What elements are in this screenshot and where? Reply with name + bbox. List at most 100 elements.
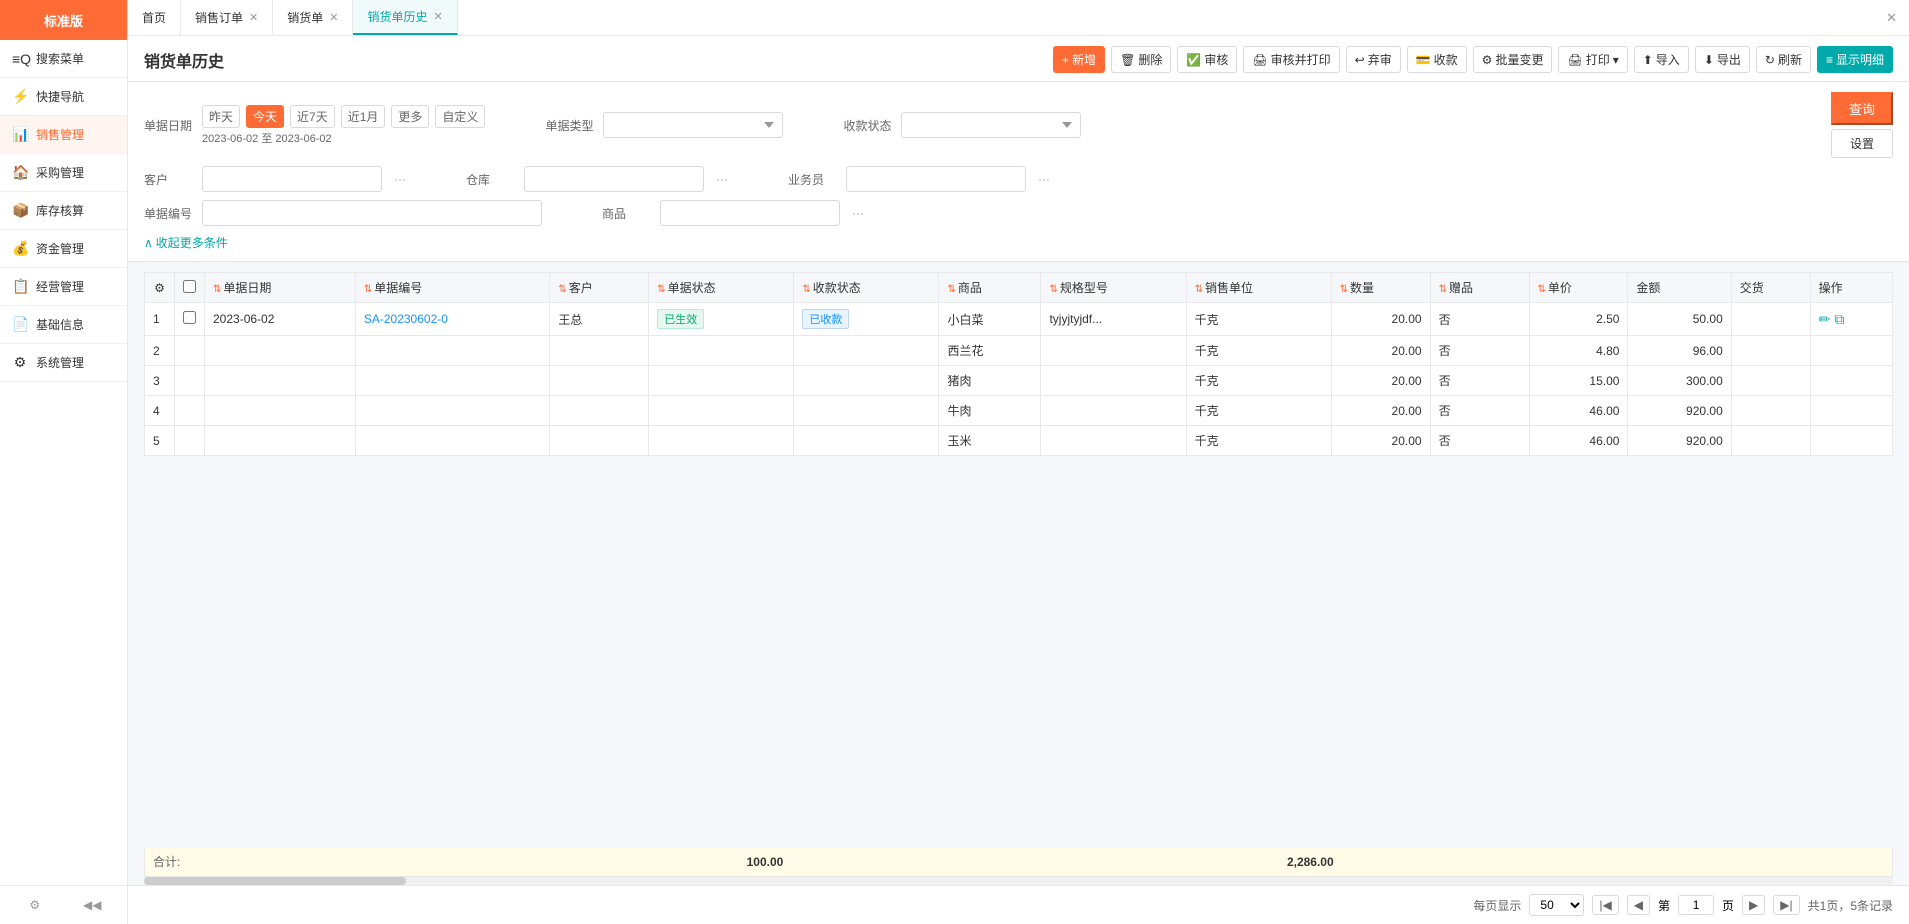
col-settings[interactable]: ⚙ bbox=[145, 273, 175, 303]
row-doc-no[interactable] bbox=[355, 336, 550, 366]
col-unit-price[interactable]: ⇅单价 bbox=[1529, 273, 1628, 303]
sidebar-item-finance[interactable]: 💰 资金管理 bbox=[0, 230, 127, 268]
customer-input[interactable] bbox=[202, 166, 382, 192]
setting-button[interactable]: 设置 bbox=[1831, 129, 1893, 158]
col-qty[interactable]: ⇅数量 bbox=[1331, 273, 1430, 303]
doc-type-select[interactable] bbox=[603, 112, 783, 138]
row-checkbox[interactable] bbox=[175, 426, 205, 456]
warehouse-more-icon[interactable]: ··· bbox=[716, 172, 728, 186]
goods-more-icon[interactable]: ··· bbox=[852, 206, 864, 220]
sidebar-item-label: 基础信息 bbox=[36, 316, 84, 333]
sidebar-item-system[interactable]: ⚙ 系统管理 bbox=[0, 344, 127, 382]
next-page-btn[interactable]: ▶ bbox=[1742, 895, 1765, 915]
sidebar-item-search-menu[interactable]: ≡Q 搜索菜单 bbox=[0, 40, 127, 78]
row-checkbox[interactable] bbox=[175, 303, 205, 336]
tabs-close-all[interactable]: ✕ bbox=[1874, 10, 1909, 26]
sidebar-item-sales-mgmt[interactable]: 📊 销售管理 bbox=[0, 116, 127, 154]
print-button[interactable]: 🖨 打印 ▾ bbox=[1558, 46, 1627, 73]
date-btn-today[interactable]: 今天 bbox=[246, 105, 284, 128]
discard-button[interactable]: ↩ 弃审 bbox=[1346, 46, 1401, 73]
tab-sales-delivery[interactable]: 销货单 ✕ bbox=[273, 0, 353, 35]
staff-input[interactable] bbox=[846, 166, 1026, 192]
row-doc-no[interactable] bbox=[355, 426, 550, 456]
date-btn-1month[interactable]: 近1月 bbox=[341, 105, 386, 128]
collect-button[interactable]: 💳 收款 bbox=[1407, 46, 1467, 73]
sidebar-item-quick-nav[interactable]: ⚡ 快捷导航 bbox=[0, 78, 127, 116]
date-btn-7days[interactable]: 近7天 bbox=[290, 105, 335, 128]
page-number-input[interactable] bbox=[1678, 895, 1714, 915]
row-checkbox[interactable] bbox=[175, 366, 205, 396]
date-btn-more[interactable]: 更多 bbox=[391, 105, 429, 128]
sidebar-item-base-info[interactable]: 📄 基础信息 bbox=[0, 306, 127, 344]
row-action[interactable] bbox=[1810, 336, 1892, 366]
filter-doc-type: 单据类型 bbox=[545, 112, 783, 138]
row-deal bbox=[1731, 303, 1810, 336]
import-button[interactable]: ⬆ 导入 bbox=[1634, 46, 1689, 73]
customer-more-icon[interactable]: ··· bbox=[394, 172, 406, 186]
query-button[interactable]: 查询 bbox=[1831, 92, 1893, 125]
sidebar-item-purchase-mgmt[interactable]: 🏠 采购管理 bbox=[0, 154, 127, 192]
row-checkbox[interactable] bbox=[175, 336, 205, 366]
row-doc-no[interactable] bbox=[355, 396, 550, 426]
sidebar-item-operations[interactable]: 📋 经营管理 bbox=[0, 268, 127, 306]
row-checkbox-input[interactable] bbox=[183, 311, 196, 324]
col-doc-no[interactable]: ⇅单据编号 bbox=[355, 273, 550, 303]
col-collect-status[interactable]: ⇅收款状态 bbox=[794, 273, 939, 303]
col-gift[interactable]: ⇅赠品 bbox=[1430, 273, 1529, 303]
tab-sales-history-close[interactable]: ✕ bbox=[434, 10, 443, 23]
show-detail-button[interactable]: ≡ 显示明细 bbox=[1817, 46, 1893, 73]
doc-no-input[interactable] bbox=[202, 200, 542, 226]
audit-button[interactable]: ✅ 审核 bbox=[1177, 46, 1237, 73]
copy-icon[interactable]: ⧉ bbox=[1834, 311, 1844, 328]
refresh-button[interactable]: ↻ 刷新 bbox=[1756, 46, 1811, 73]
page-size-select[interactable]: 50 100 200 bbox=[1529, 894, 1584, 916]
col-doc-date[interactable]: ⇅单据日期 bbox=[205, 273, 356, 303]
new-button[interactable]: + 新增 bbox=[1053, 46, 1105, 73]
row-doc-no[interactable] bbox=[355, 366, 550, 396]
edit-icon[interactable]: ✏ bbox=[1819, 311, 1831, 328]
doc-no-link[interactable]: SA-20230602-0 bbox=[364, 312, 448, 326]
first-page-btn[interactable]: |◀ bbox=[1592, 895, 1618, 915]
row-action[interactable]: ✏⧉ bbox=[1810, 303, 1892, 336]
row-doc-no[interactable]: SA-20230602-0 bbox=[355, 303, 550, 336]
audit-print-button[interactable]: 🖨 审核并打印 bbox=[1243, 46, 1339, 73]
sidebar-item-inventory[interactable]: 📦 库存核算 bbox=[0, 192, 127, 230]
col-customer[interactable]: ⇅客户 bbox=[550, 273, 649, 303]
row-action[interactable] bbox=[1810, 396, 1892, 426]
delete-button[interactable]: 🗑 删除 bbox=[1111, 46, 1171, 73]
warehouse-input[interactable] bbox=[524, 166, 704, 192]
col-goods[interactable]: ⇅商品 bbox=[939, 273, 1041, 303]
row-goods: 猪肉 bbox=[939, 366, 1041, 396]
tab-home[interactable]: 首页 bbox=[128, 0, 181, 35]
row-action[interactable] bbox=[1810, 366, 1892, 396]
col-spec[interactable]: ⇅规格型号 bbox=[1041, 273, 1186, 303]
staff-more-icon[interactable]: ··· bbox=[1038, 172, 1050, 186]
col-doc-status[interactable]: ⇅单据状态 bbox=[649, 273, 794, 303]
tab-sales-delivery-close[interactable]: ✕ bbox=[329, 11, 338, 24]
row-unit: 千克 bbox=[1186, 426, 1331, 456]
batch-change-button[interactable]: ⚙ 批量变更 bbox=[1473, 46, 1553, 73]
filter-goods: 商品 ··· bbox=[602, 200, 864, 226]
tab-sales-history[interactable]: 销货单历史 ✕ bbox=[353, 0, 457, 35]
doc-no-label: 单据编号 bbox=[144, 205, 194, 222]
horizontal-scrollbar[interactable] bbox=[144, 877, 1893, 885]
scrollbar-thumb[interactable] bbox=[144, 877, 406, 885]
last-page-btn[interactable]: ▶| bbox=[1773, 895, 1799, 915]
goods-input[interactable] bbox=[660, 200, 840, 226]
collect-status-select[interactable] bbox=[901, 112, 1081, 138]
sidebar-collapse-btn[interactable]: ◀◀ bbox=[66, 894, 120, 916]
tab-sales-order-close[interactable]: ✕ bbox=[249, 11, 258, 24]
tab-sales-order[interactable]: 销售订单 ✕ bbox=[181, 0, 273, 35]
prev-page-btn[interactable]: ◀ bbox=[1627, 895, 1650, 915]
select-all-checkbox[interactable] bbox=[183, 280, 196, 293]
col-checkbox[interactable] bbox=[175, 273, 205, 303]
page-word-before: 第 bbox=[1658, 897, 1670, 914]
row-action[interactable] bbox=[1810, 426, 1892, 456]
col-unit[interactable]: ⇅销售单位 bbox=[1186, 273, 1331, 303]
row-checkbox[interactable] bbox=[175, 396, 205, 426]
export-button[interactable]: ⬇ 导出 bbox=[1695, 46, 1750, 73]
date-btn-custom[interactable]: 自定义 bbox=[435, 105, 485, 128]
collapse-btn[interactable]: ∧ 收起更多条件 bbox=[144, 234, 1893, 251]
date-btn-yesterday[interactable]: 昨天 bbox=[202, 105, 240, 128]
sidebar-gear-btn[interactable]: ⚙ bbox=[8, 894, 62, 916]
